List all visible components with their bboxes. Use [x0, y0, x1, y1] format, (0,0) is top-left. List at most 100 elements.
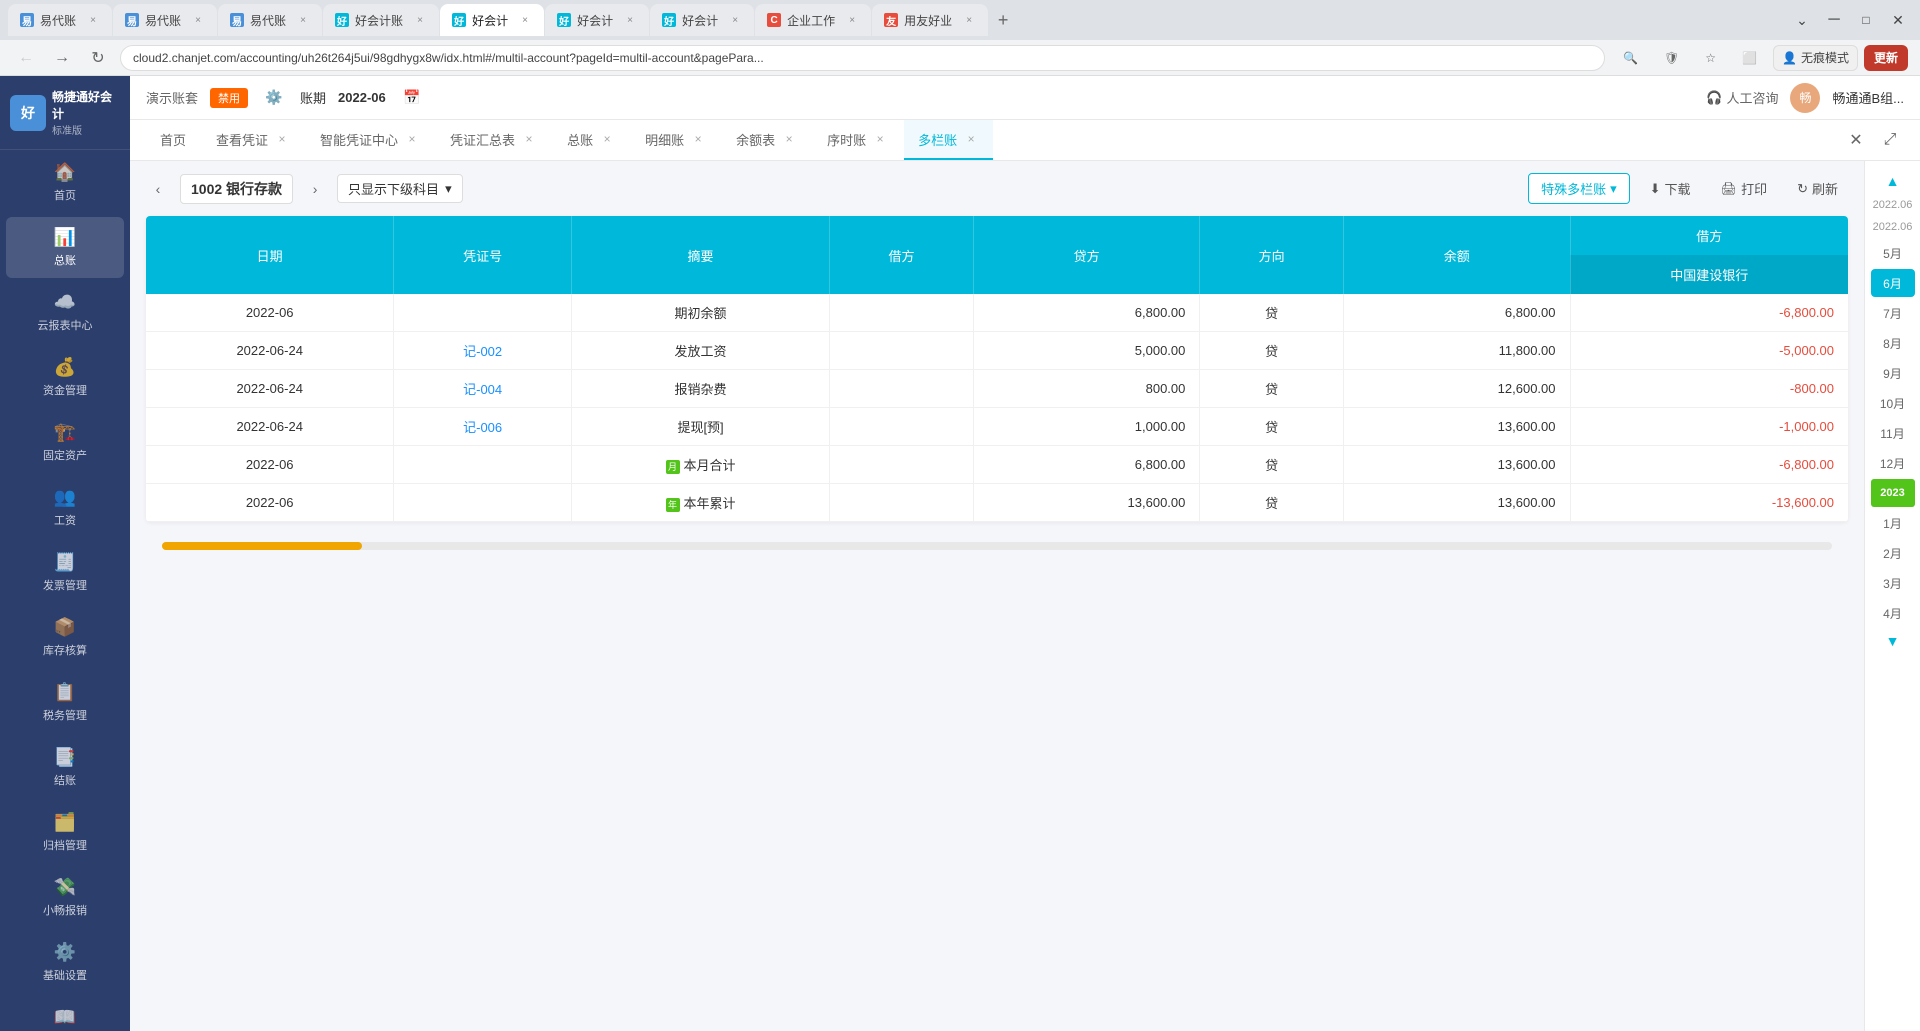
sidebar-item-fixed-assets[interactable]: 🏗️ 固定资产 [6, 412, 124, 473]
sidebar-item-expense[interactable]: 💸 小畅报销 [6, 867, 124, 928]
month-item-2[interactable]: 2月 [1871, 539, 1915, 567]
star-icon-btn[interactable]: ☆ [1695, 44, 1726, 72]
tab-7-close[interactable]: × [728, 13, 742, 27]
invoice-icon: 🧾 [54, 552, 76, 573]
month-item-12[interactable]: 12月 [1871, 449, 1915, 477]
sidebar-item-archive[interactable]: 🗂️ 归档管理 [6, 802, 124, 863]
demo-badge[interactable]: 禁用 [210, 88, 248, 108]
month-item-9[interactable]: 9月 [1871, 359, 1915, 387]
cell-voucher-4[interactable]: 记-006 [394, 408, 572, 446]
update-button[interactable]: 更新 [1864, 45, 1908, 71]
cell-voucher-2[interactable]: 记-002 [394, 332, 572, 370]
browser-tab-9[interactable]: 友 用友好业 × [872, 4, 988, 36]
download-button[interactable]: ⬇ 下载 [1640, 174, 1701, 203]
sidebar-item-inventory[interactable]: 📦 库存核算 [6, 607, 124, 668]
month-item-7[interactable]: 7月 [1871, 299, 1915, 327]
prev-account-button[interactable]: ‹ [146, 177, 170, 201]
shield-icon-btn[interactable]: 🛡 [1654, 44, 1689, 72]
tab-3-close[interactable]: × [296, 13, 310, 27]
tab-voucher-summary[interactable]: 凭证汇总表 × [436, 120, 551, 160]
voucher-link-2[interactable]: 记-002 [463, 344, 502, 359]
tab-2-close[interactable]: × [191, 13, 205, 27]
tab-list-button[interactable]: ⌄ [1788, 6, 1816, 34]
tab-smart-voucher-close[interactable]: × [404, 131, 420, 147]
consult-button[interactable]: 🎧 人工咨询 [1706, 88, 1778, 107]
new-tab-button[interactable]: + [989, 6, 1017, 34]
sidebar-item-ledger[interactable]: 📊 总账 [6, 217, 124, 278]
sidebar-item-salary[interactable]: 👥 工资 [6, 477, 124, 538]
tab-multi-column-close[interactable]: × [963, 131, 979, 147]
sidebar-item-cloud-report[interactable]: ☁️ 云报表中心 [6, 282, 124, 343]
month-item-8[interactable]: 8月 [1871, 329, 1915, 357]
sidebar-item-home[interactable]: 🏠 首页 [6, 152, 124, 213]
close-panel-button[interactable]: ✕ [1842, 126, 1870, 154]
browser-tab-1[interactable]: 易 易代账 × [8, 4, 112, 36]
tab-9-close[interactable]: × [962, 13, 976, 27]
tab-home[interactable]: 首页 [146, 120, 200, 160]
month-item-11[interactable]: 11月 [1871, 419, 1915, 447]
browser-tab-3[interactable]: 易 易代账 × [218, 4, 322, 36]
tab-detail-ledger-close[interactable]: × [690, 131, 706, 147]
account-selector[interactable]: 1002 银行存款 [180, 174, 293, 204]
month-item-4[interactable]: 4月 [1871, 599, 1915, 627]
tab-smart-voucher[interactable]: 智能凭证中心 × [306, 120, 434, 160]
tablet-icon-btn[interactable]: ⬜ [1732, 44, 1767, 72]
refresh-button[interactable]: ↻ 刷新 [1787, 174, 1848, 203]
browser-tab-6[interactable]: 好 好会计 × [545, 4, 649, 36]
tab-view-voucher-close[interactable]: × [274, 131, 290, 147]
tab-8-close[interactable]: × [845, 13, 859, 27]
url-input[interactable]: cloud2.chanjet.com/accounting/uh26t264j5… [120, 45, 1605, 71]
tab-general-ledger-close[interactable]: × [599, 131, 615, 147]
sidebar-item-invoice[interactable]: 🧾 发票管理 [6, 542, 124, 603]
browser-tab-4[interactable]: 好 好会计账 × [323, 4, 439, 36]
sub-filter-dropdown[interactable]: 只显示下级科目 ▾ [337, 174, 463, 203]
horizontal-scrollbar[interactable] [162, 542, 1832, 550]
settings-gear-icon[interactable]: ⚙️ [260, 84, 288, 112]
month-item-10[interactable]: 10月 [1871, 389, 1915, 417]
tab-journal[interactable]: 序时账 × [813, 120, 902, 160]
tab-5-close[interactable]: × [518, 13, 532, 27]
voucher-link-3[interactable]: 记-004 [463, 382, 502, 397]
tab-journal-close[interactable]: × [872, 131, 888, 147]
tab-detail-ledger[interactable]: 明细账 × [631, 120, 720, 160]
tab-1-close[interactable]: × [86, 13, 100, 27]
month-item-6[interactable]: 6月 [1871, 269, 1915, 297]
cell-voucher-3[interactable]: 记-004 [394, 370, 572, 408]
tab-4-close[interactable]: × [413, 13, 427, 27]
tab-multi-column[interactable]: 多栏账 × [904, 120, 993, 160]
search-icon-btn[interactable]: 🔍 [1613, 44, 1648, 72]
minimize-button[interactable]: ─ [1820, 6, 1848, 34]
sidebar-item-close-account[interactable]: 📑 结账 [6, 737, 124, 798]
expand-panel-button[interactable]: ⤢ [1876, 126, 1904, 154]
reload-button[interactable]: ↻ [84, 44, 112, 72]
month-item-3[interactable]: 3月 [1871, 569, 1915, 597]
tab-view-voucher[interactable]: 查看凭证 × [202, 120, 304, 160]
browser-tab-7[interactable]: 好 好会计 × [650, 4, 754, 36]
month-item-1[interactable]: 1月 [1871, 509, 1915, 537]
next-account-button[interactable]: › [303, 177, 327, 201]
tab-general-ledger[interactable]: 总账 × [553, 120, 629, 160]
sidebar-item-tax[interactable]: 📋 税务管理 [6, 672, 124, 733]
voucher-link-4[interactable]: 记-006 [463, 420, 502, 435]
wuhen-mode-btn[interactable]: 👤 无痕模式 [1773, 45, 1858, 71]
tab-voucher-summary-close[interactable]: × [521, 131, 537, 147]
panel-down-arrow[interactable]: ▼ [1881, 629, 1905, 653]
month-item-5[interactable]: 5月 [1871, 239, 1915, 267]
panel-up-arrow[interactable]: ▲ [1881, 169, 1905, 193]
tab-balance-close[interactable]: × [781, 131, 797, 147]
back-button[interactable]: ← [12, 44, 40, 72]
browser-tab-8[interactable]: C 企业工作 × [755, 4, 871, 36]
special-ledger-button[interactable]: 特殊多栏账 ▾ [1528, 173, 1630, 204]
maximize-button[interactable]: □ [1852, 6, 1880, 34]
calendar-icon[interactable]: 📅 [398, 84, 426, 112]
sidebar-item-fund[interactable]: 💰 资金管理 [6, 347, 124, 408]
sidebar-item-settings[interactable]: ⚙️ 基础设置 [6, 932, 124, 993]
sidebar-item-guide[interactable]: 📖 新手引导 [6, 997, 124, 1031]
browser-tab-5[interactable]: 好 好会计 × [440, 4, 544, 36]
forward-button[interactable]: → [48, 44, 76, 72]
print-button[interactable]: 🖨 打印 [1711, 174, 1778, 203]
browser-tab-2[interactable]: 易 易代账 × [113, 4, 217, 36]
close-window-button[interactable]: ✕ [1884, 6, 1912, 34]
tab-balance[interactable]: 余额表 × [722, 120, 811, 160]
tab-6-close[interactable]: × [623, 13, 637, 27]
